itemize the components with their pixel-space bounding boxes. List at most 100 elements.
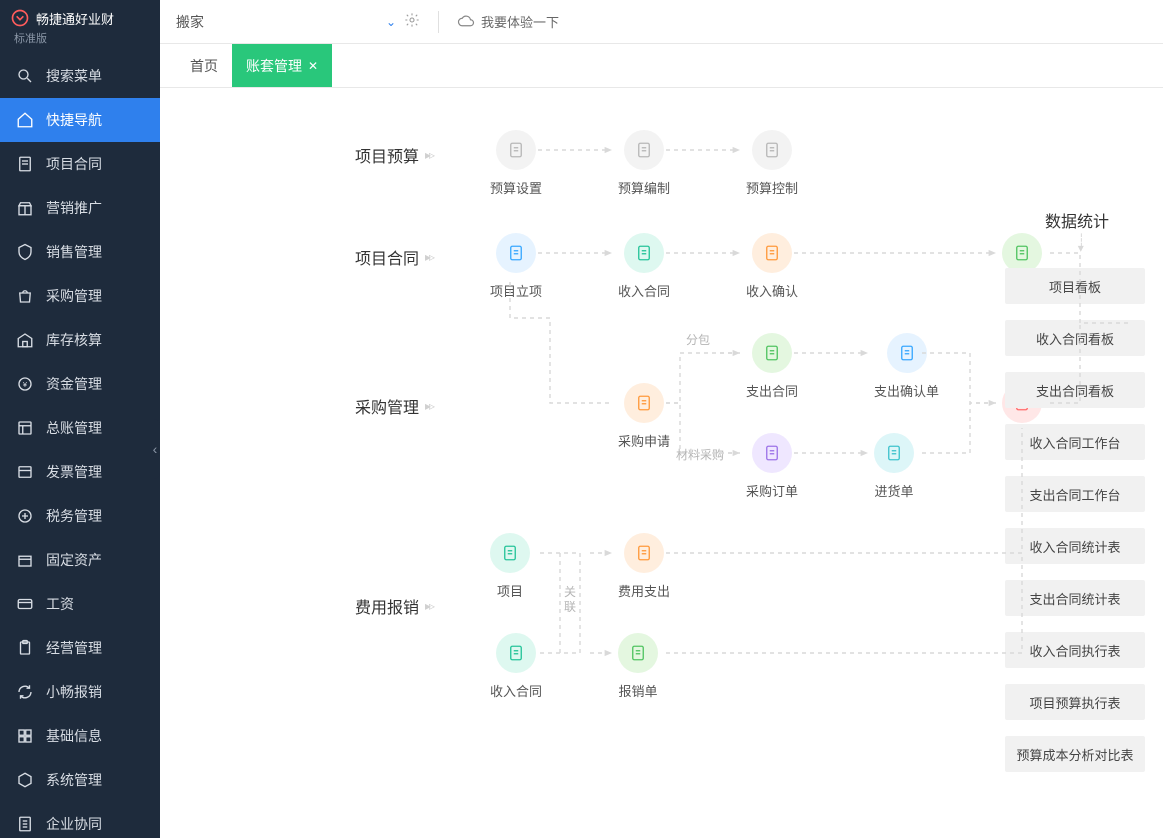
node-budget-ctrl[interactable]: 预算控制 — [746, 130, 798, 197]
node-expense-out[interactable]: 费用支出 — [618, 533, 670, 600]
sidebar-item-stock[interactable]: 库存核算 — [0, 318, 160, 362]
sidebar-item-purchase[interactable]: 采购管理 — [0, 274, 160, 318]
node-label: 预算编制 — [618, 178, 670, 197]
document-icon — [752, 433, 792, 473]
cloud-icon — [457, 13, 475, 31]
document-icon — [624, 130, 664, 170]
sidebar-item-label: 税务管理 — [46, 506, 102, 526]
stat-button[interactable]: 支出合同统计表 — [1005, 580, 1145, 616]
sidebar: 畅捷通好业财 标准版 搜索菜单快捷导航项目合同营销推广销售管理采购管理库存核算¥… — [0, 0, 160, 838]
document-icon — [624, 533, 664, 573]
sidebar-item-quicknav[interactable]: 快捷导航 — [0, 98, 160, 142]
stat-button[interactable]: 支出合同工作台 — [1005, 476, 1145, 512]
coin-icon: ¥ — [16, 375, 34, 393]
tab-账套管理[interactable]: 账套管理✕ — [232, 44, 332, 87]
experience-link[interactable]: 我要体验一下 — [457, 12, 559, 31]
node-expend-cfm[interactable]: 支出确认单 — [874, 333, 939, 400]
arrow-right-icon: ▸▹ — [425, 148, 433, 162]
stat-button[interactable]: 预算成本分析对比表 — [1005, 736, 1145, 772]
sidebar-item-label: 系统管理 — [46, 770, 102, 790]
node-income-cont2[interactable]: 收入合同 — [490, 633, 542, 700]
receipt-icon — [16, 463, 34, 481]
sidebar-item-label: 快捷导航 — [46, 110, 102, 130]
node-purchase-req[interactable]: 采购申请 — [618, 383, 670, 450]
sidebar-item-biz[interactable]: 经营管理 — [0, 626, 160, 670]
warehouse-icon — [16, 331, 34, 349]
sidebar-item-label: 销售管理 — [46, 242, 102, 262]
connector — [660, 247, 746, 259]
section-title: 项目预算▸▹ — [355, 143, 433, 167]
tab-首页[interactable]: 首页 — [176, 44, 232, 87]
stat-button[interactable]: 收入合同执行表 — [1005, 632, 1145, 668]
sidebar-item-label: 营销推广 — [46, 198, 102, 218]
connector — [714, 347, 746, 359]
edge-label: 联 — [564, 598, 576, 615]
connector — [532, 247, 618, 259]
sidebar-item-label: 项目合同 — [46, 154, 102, 174]
sidebar-item-report[interactable]: 小畅报销 — [0, 670, 160, 714]
sidebar-item-project[interactable]: 项目合同 — [0, 142, 160, 186]
node-label: 费用支出 — [618, 581, 670, 600]
stats-title: 数据统计 — [1045, 208, 1109, 232]
sidebar-item-coop[interactable]: 企业协同 — [0, 802, 160, 838]
document-icon — [496, 233, 536, 273]
node-project[interactable]: 项目 — [490, 533, 530, 600]
sidebar-item-basic[interactable]: 基础信息 — [0, 714, 160, 758]
svg-text:¥: ¥ — [23, 380, 28, 389]
node-proj-init[interactable]: 项目立项 — [490, 233, 542, 300]
sidebar-item-assets[interactable]: 固定资产 — [0, 538, 160, 582]
sidebar-item-market[interactable]: 营销推广 — [0, 186, 160, 230]
topbar: 搬家 ⌄ 我要体验一下 — [160, 0, 1163, 44]
document-icon — [752, 130, 792, 170]
connector — [574, 547, 592, 665]
sidebar-item-label: 企业协同 — [46, 814, 102, 834]
arrow-right-icon: ▸▹ — [425, 399, 433, 413]
sidebar-item-sales[interactable]: 销售管理 — [0, 230, 160, 274]
section-title: 采购管理▸▹ — [355, 394, 433, 418]
node-label: 收入合同 — [490, 681, 542, 700]
connector — [788, 347, 874, 359]
edge-label: 材料采购 — [676, 446, 724, 463]
connector — [660, 347, 752, 415]
sidebar-collapse-handle[interactable] — [150, 419, 160, 479]
edge-label: 分包 — [686, 331, 710, 348]
sidebar-item-ledger[interactable]: 总账管理 — [0, 406, 160, 450]
gear-icon[interactable] — [404, 12, 420, 31]
org-selector[interactable]: 搬家 ⌄ — [176, 12, 396, 32]
node-reimburse[interactable]: 报销单 — [618, 633, 658, 700]
stat-button[interactable]: 收入合同看板 — [1005, 320, 1145, 356]
stat-button[interactable]: 项目预算执行表 — [1005, 684, 1145, 720]
node-income-cfm[interactable]: 收入确认 — [746, 233, 798, 300]
connector — [534, 647, 592, 665]
connector — [788, 247, 1002, 259]
close-icon[interactable]: ✕ — [308, 59, 318, 73]
document-icon — [624, 233, 664, 273]
node-budget-set[interactable]: 预算设置 — [490, 130, 542, 197]
node-goods-in[interactable]: 进货单 — [874, 433, 914, 500]
tab-label: 首页 — [190, 56, 218, 76]
stat-button[interactable]: 支出合同看板 — [1005, 372, 1145, 408]
main: 搬家 ⌄ 我要体验一下 首页账套管理✕ 数据统计 ┆▾ 项目预算▸▹项目合同▸▹… — [160, 0, 1163, 838]
org-selector-value: 搬家 — [176, 12, 204, 32]
sidebar-item-salary[interactable]: 工资 — [0, 582, 160, 626]
sidebar-item-funds[interactable]: ¥资金管理 — [0, 362, 160, 406]
sidebar-item-invoice[interactable]: 发票管理 — [0, 450, 160, 494]
sidebar-item-label: 经营管理 — [46, 638, 102, 658]
node-expend-cont[interactable]: 支出合同 — [746, 333, 798, 400]
node-budget-make[interactable]: 预算编制 — [618, 130, 670, 197]
doc-icon — [16, 155, 34, 173]
box-icon — [16, 551, 34, 569]
stat-button[interactable]: 项目看板 — [1005, 268, 1145, 304]
sidebar-item-tax[interactable]: 税务管理 — [0, 494, 160, 538]
stat-button[interactable]: 收入合同统计表 — [1005, 528, 1145, 564]
node-income-cont[interactable]: 收入合同 — [618, 233, 670, 300]
document-icon — [752, 333, 792, 373]
connector — [534, 547, 592, 565]
sidebar-item-search[interactable]: 搜索菜单 — [0, 54, 160, 98]
document-icon — [624, 383, 664, 423]
stat-button[interactable]: 收入合同工作台 — [1005, 424, 1145, 460]
sidebar-item-system[interactable]: 系统管理 — [0, 758, 160, 802]
node-label: 预算控制 — [746, 178, 798, 197]
app-title: 畅捷通好业财 — [36, 9, 114, 28]
node-purchase-ord[interactable]: 采购订单 — [746, 433, 798, 500]
